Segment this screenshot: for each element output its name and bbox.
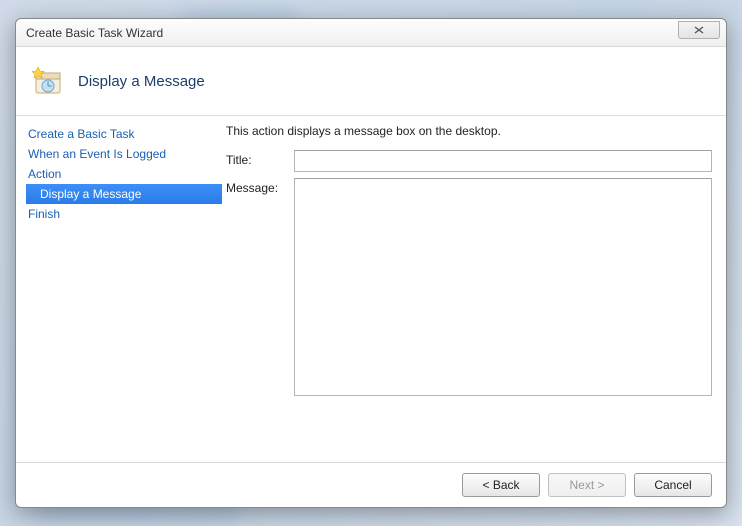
message-label: Message:: [226, 178, 284, 195]
separator: [16, 115, 726, 116]
sidebar-item-finish[interactable]: Finish: [26, 204, 222, 224]
cancel-button[interactable]: Cancel: [634, 473, 712, 497]
message-textarea[interactable]: [294, 178, 712, 396]
close-button[interactable]: [678, 21, 720, 39]
wizard-footer: < Back Next > Cancel: [16, 462, 726, 507]
wizard-body: Create a Basic Task When an Event Is Log…: [16, 120, 726, 462]
title-label: Title:: [226, 150, 284, 167]
next-button: Next >: [548, 473, 626, 497]
wizard-steps-sidebar: Create a Basic Task When an Event Is Log…: [26, 122, 222, 462]
sidebar-item-action[interactable]: Action: [26, 164, 222, 184]
close-icon: [694, 26, 704, 34]
titlebar: Create Basic Task Wizard: [16, 19, 726, 47]
back-button[interactable]: < Back: [462, 473, 540, 497]
window-title: Create Basic Task Wizard: [26, 26, 163, 40]
sidebar-item-display-message[interactable]: Display a Message: [26, 184, 222, 204]
wizard-header: Display a Message: [16, 47, 726, 115]
description-text: This action displays a message box on th…: [226, 124, 712, 138]
page-title: Display a Message: [78, 73, 205, 90]
wizard-window: Create Basic Task Wizard Display a Messa…: [15, 18, 727, 508]
title-input[interactable]: [294, 150, 712, 172]
sidebar-item-trigger[interactable]: When an Event Is Logged: [26, 144, 222, 164]
wizard-content: This action displays a message box on th…: [222, 122, 712, 462]
sidebar-item-create-basic-task[interactable]: Create a Basic Task: [26, 124, 222, 144]
calendar-star-icon: [32, 65, 64, 97]
